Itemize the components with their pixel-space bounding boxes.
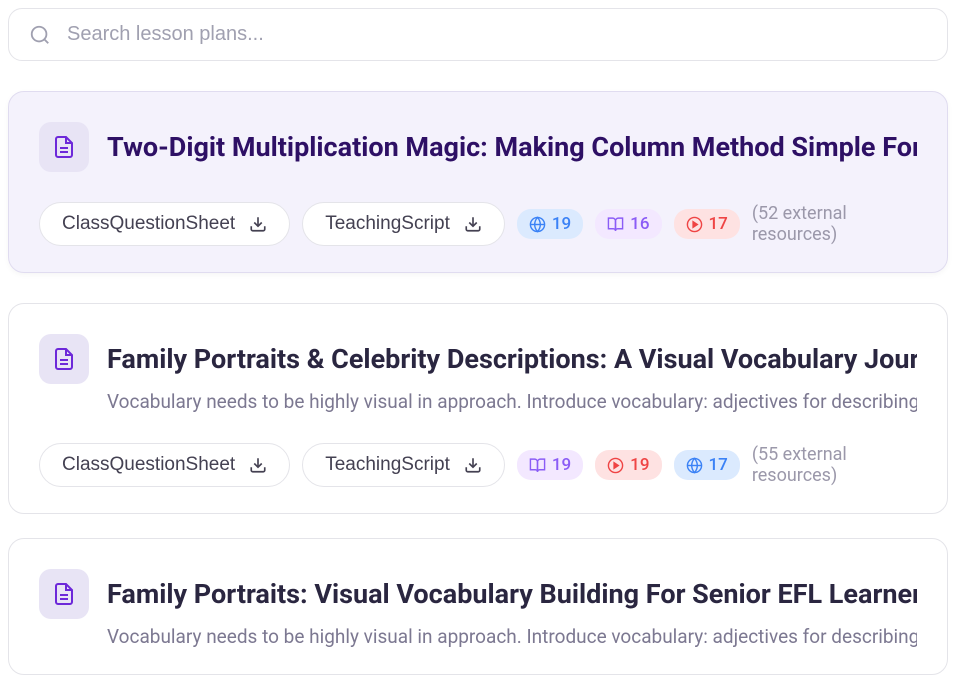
document-icon (52, 135, 76, 159)
document-icon-box (39, 334, 89, 384)
play-icon (686, 216, 703, 233)
document-icon-box (39, 122, 89, 172)
teaching-script-button[interactable]: TeachingScript (302, 202, 505, 246)
book-stat-badge: 16 (595, 209, 661, 239)
document-icon (52, 347, 76, 371)
book-icon (529, 457, 546, 474)
document-icon-box (39, 569, 89, 619)
globe-stat-badge: 17 (674, 450, 740, 480)
book-stat-badge: 19 (517, 450, 583, 480)
teaching-script-button[interactable]: TeachingScript (302, 443, 505, 487)
lesson-card[interactable]: Family Portraits & Celebrity Description… (8, 303, 948, 514)
play-icon (607, 457, 624, 474)
button-label: ClassQuestionSheet (62, 213, 235, 235)
search-icon (29, 24, 51, 46)
lesson-title: Family Portraits & Celebrity Description… (107, 343, 917, 375)
class-question-sheet-button[interactable]: ClassQuestionSheet (39, 443, 290, 487)
lesson-card[interactable]: Two-Digit Multiplication Magic: Making C… (8, 91, 948, 273)
search-input[interactable] (67, 23, 927, 46)
globe-stat-badge: 19 (517, 209, 583, 239)
download-icon (464, 456, 482, 474)
lesson-title: Family Portraits: Visual Vocabulary Buil… (107, 578, 917, 610)
download-icon (464, 215, 482, 233)
lesson-title: Two-Digit Multiplication Magic: Making C… (107, 131, 917, 163)
play-stat-badge: 19 (595, 450, 661, 480)
button-label: TeachingScript (325, 454, 450, 476)
class-question-sheet-button[interactable]: ClassQuestionSheet (39, 202, 290, 246)
stat-value: 19 (630, 455, 649, 475)
button-label: TeachingScript (325, 213, 450, 235)
search-bar[interactable] (8, 8, 948, 61)
play-stat-badge: 17 (674, 209, 740, 239)
stat-value: 19 (552, 455, 571, 475)
document-icon (52, 582, 76, 606)
lesson-description: Vocabulary needs to be highly visual in … (107, 625, 917, 648)
book-icon (607, 216, 624, 233)
stat-value: 16 (630, 214, 649, 234)
external-resources-count: (52 external resources) (752, 203, 917, 245)
external-resources-count: (55 external resources) (752, 444, 917, 486)
lesson-card[interactable]: Family Portraits: Visual Vocabulary Buil… (8, 538, 948, 675)
button-label: ClassQuestionSheet (62, 454, 235, 476)
stat-value: 17 (709, 455, 728, 475)
globe-icon (529, 216, 546, 233)
download-icon (249, 215, 267, 233)
download-icon (249, 456, 267, 474)
globe-icon (686, 457, 703, 474)
stat-value: 17 (709, 214, 728, 234)
lesson-description: Vocabulary needs to be highly visual in … (107, 390, 917, 413)
stat-value: 19 (552, 214, 571, 234)
